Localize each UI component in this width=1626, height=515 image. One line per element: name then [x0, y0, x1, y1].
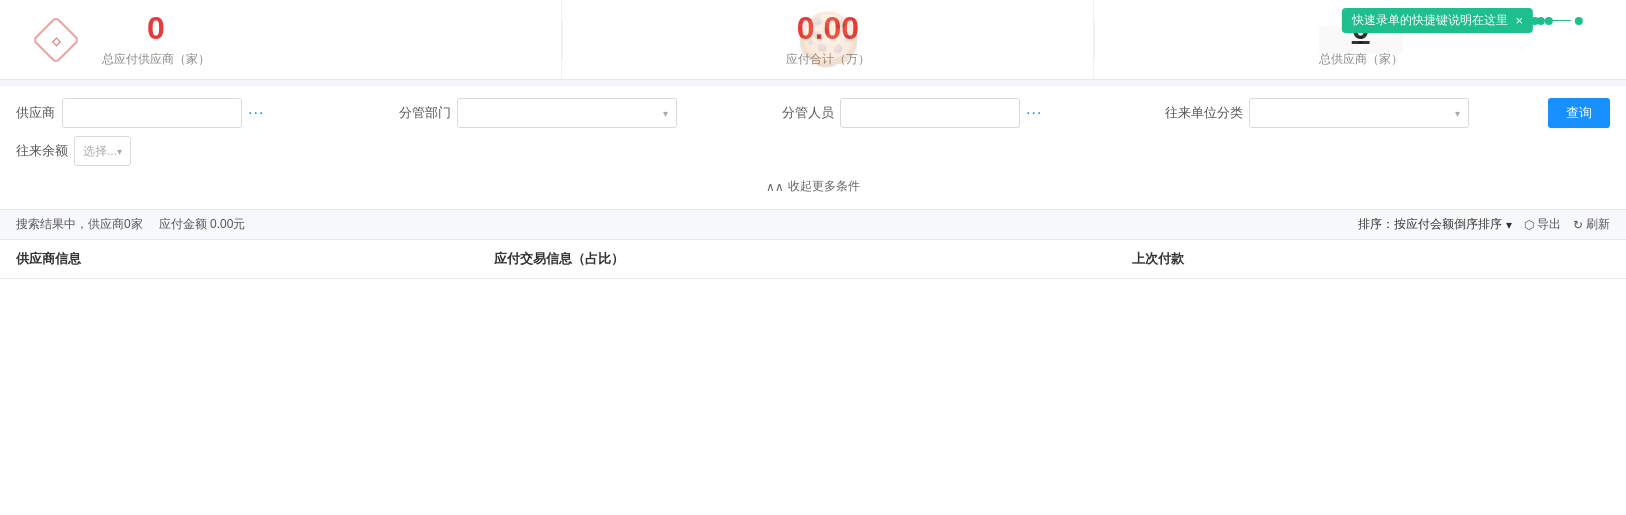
col-header-transaction: 应付交易信息（占比） [494, 250, 1132, 268]
export-label: 导出 [1537, 216, 1561, 233]
mint-icon: 🍪 [796, 9, 861, 70]
unit-chevron-icon: ▾ [1455, 108, 1460, 119]
query-button[interactable]: 查询 [1548, 98, 1610, 128]
filter-bar: 供应商 ··· 分管部门 ▾ 分管人员 ··· 往来单位分类 ▾ 查询 [0, 86, 1626, 210]
filter-row-1: 供应商 ··· 分管部门 ▾ 分管人员 ··· 往来单位分类 ▾ 查询 [16, 98, 1610, 128]
result-bar-left: 搜索结果中，供应商0家 应付金额 0.00元 [16, 216, 245, 233]
result-bar: 搜索结果中，供应商0家 应付金额 0.00元 排序：按应付会额倒序排序 ▾ ⬡ … [0, 210, 1626, 240]
collapse-up-icon: ∧∧ [766, 180, 784, 194]
stat-item-total-suppliers: 快速录单的快捷键说明在这里 × 0 总供应商（家） [1095, 0, 1626, 79]
balance-filter-label: 往来余额 [16, 142, 68, 160]
person-filter-label: 分管人员 [782, 104, 834, 122]
sort-label: 排序：按应付会额倒序排序 [1358, 216, 1502, 233]
dept-select[interactable]: ▾ [457, 98, 677, 128]
supplier-input[interactable] [62, 98, 242, 128]
export-button[interactable]: ⬡ 导出 [1524, 216, 1561, 233]
tooltip-bubble: 快速录单的快捷键说明在这里 × [1342, 8, 1534, 33]
result-amount-text: 应付金额 0.00元 [159, 216, 246, 233]
unit-select[interactable]: ▾ [1249, 98, 1469, 128]
dept-filter-label: 分管部门 [399, 104, 451, 122]
filter-group-supplier: 供应商 ··· [16, 98, 391, 128]
stat-item-payable-total: 🍪 0.00 应付合计（万） [563, 0, 1095, 79]
export-icon: ⬡ [1524, 218, 1534, 232]
col-header-supplier: 供应商信息 [16, 250, 494, 268]
unit-filter-label: 往来单位分类 [1165, 104, 1243, 122]
tooltip-close-button[interactable]: × [1516, 13, 1524, 28]
col-header-lastpay: 上次付款 [1132, 250, 1610, 268]
table-header: 供应商信息 应付交易信息（占比） 上次付款 [0, 240, 1626, 279]
supplier-filter-label: 供应商 [16, 104, 56, 122]
filter-row-2: 往来余额 选择... ▾ [16, 136, 1610, 166]
diamond-logo: ◇ [30, 14, 82, 66]
balance-select[interactable]: 选择... ▾ [74, 136, 131, 166]
refresh-button[interactable]: ↻ 刷新 [1573, 216, 1610, 233]
balance-chevron-icon: ▾ [117, 146, 122, 157]
collapse-bar: ∧∧ 收起更多条件 [16, 174, 1610, 201]
filter-group-person: 分管人员 ··· [782, 98, 1157, 128]
person-dots[interactable]: ··· [1026, 104, 1042, 122]
sort-select[interactable]: 排序：按应付会额倒序排序 ▾ [1358, 216, 1512, 233]
stats-bar: ◇ 0 总应付供应商（家） 🍪 0.00 应付合计（万） 快速录单的快捷键说明在… [0, 0, 1626, 80]
filter-group-balance: 往来余额 选择... ▾ [16, 136, 131, 166]
table-body [0, 279, 1626, 515]
collapse-label: 收起更多条件 [788, 178, 860, 195]
tooltip-text: 快速录单的快捷键说明在这里 [1352, 12, 1508, 29]
payable-suppliers-number: 0 [147, 11, 165, 46]
result-bar-right: 排序：按应付会额倒序排序 ▾ ⬡ 导出 ↻ 刷新 [1358, 216, 1610, 233]
collapse-button[interactable]: ∧∧ 收起更多条件 [766, 178, 860, 195]
refresh-label: 刷新 [1586, 216, 1610, 233]
person-input[interactable] [840, 98, 1020, 128]
sort-chevron-icon: ▾ [1506, 218, 1512, 232]
result-suppliers-text: 搜索结果中，供应商0家 [16, 216, 143, 233]
stat-item-payable-suppliers: ◇ 0 总应付供应商（家） [0, 0, 562, 79]
balance-placeholder: 选择... [83, 143, 117, 160]
refresh-icon: ↻ [1573, 218, 1583, 232]
stat-numbers-payable: 0 总应付供应商（家） [102, 11, 210, 67]
filter-group-unit: 往来单位分类 ▾ [1165, 98, 1540, 128]
supplier-dots[interactable]: ··· [248, 104, 264, 122]
filter-group-dept: 分管部门 ▾ [399, 98, 774, 128]
payable-suppliers-label: 总应付供应商（家） [102, 51, 210, 68]
dept-chevron-icon: ▾ [663, 108, 668, 119]
svg-text:◇: ◇ [51, 35, 61, 47]
